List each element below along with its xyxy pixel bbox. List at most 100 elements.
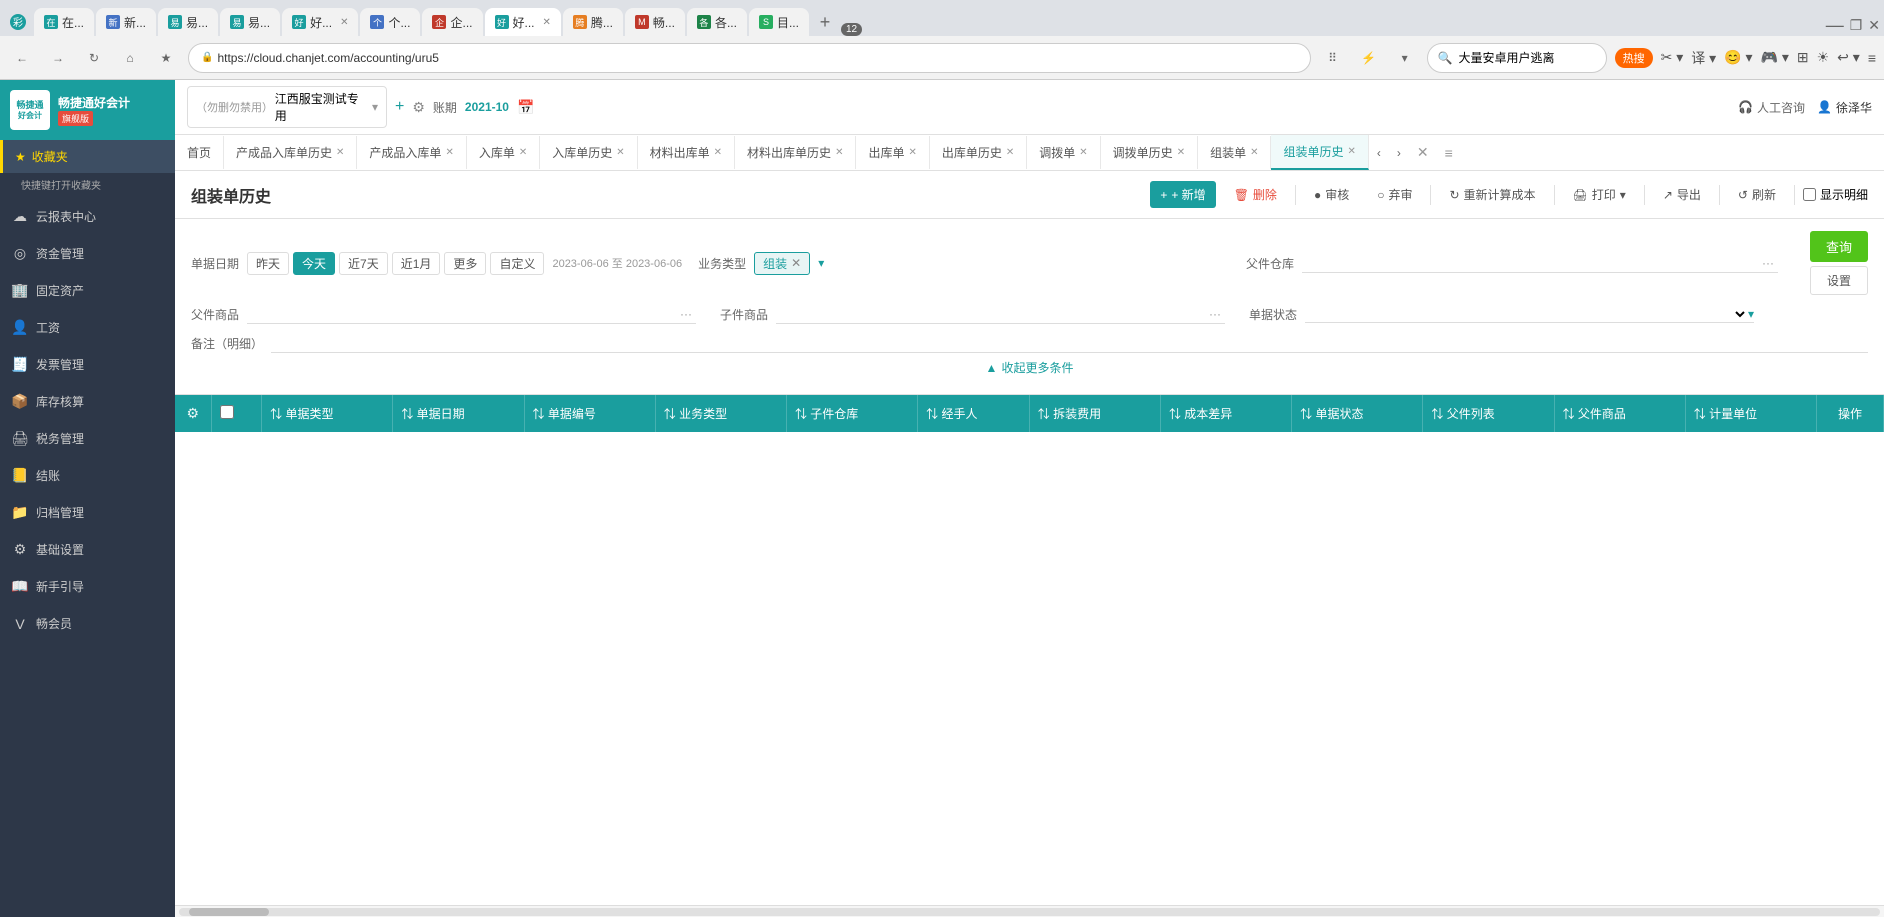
show-details-label[interactable]: 显示明细 [1803,186,1868,203]
new-tab-button[interactable]: + [811,8,839,36]
th-parent-list[interactable]: ⇅ 父件列表 [1423,395,1554,432]
apps-button[interactable]: ⠿ [1319,44,1347,72]
nav-tab-9-close[interactable]: ✕ [1079,147,1087,158]
translate-icon[interactable]: 译 ▾ [1691,48,1716,68]
status-dropdown-icon[interactable]: ▾ [1748,307,1754,321]
nav-tab-7-close[interactable]: ✕ [908,147,916,158]
browser-tab-12[interactable]: S 目... [749,8,809,36]
refresh-button[interactable]: ↻ [80,44,108,72]
sidebar-item-reports[interactable]: ☁ 云报表中心 [0,198,175,235]
select-all-checkbox[interactable] [220,405,234,419]
sidebar-item-inventory[interactable]: 📦 库存核算 [0,383,175,420]
th-disassembly-fee[interactable]: ⇅ 拆装费用 [1029,395,1160,432]
refresh-button-page[interactable]: ↺ 刷新 [1728,181,1786,208]
parent-product-more[interactable]: ··· [676,307,696,321]
nav-tab-8[interactable]: 出库单历史 ✕ [930,136,1027,169]
th-unit[interactable]: ⇅ 计量单位 [1685,395,1816,432]
sidebar-item-funds[interactable]: ◎ 资金管理 [0,235,175,272]
nav-tab-3-close[interactable]: ✕ [519,147,527,158]
browser-tab-7[interactable]: 企 企... [422,8,482,36]
table-settings-icon[interactable]: ⚙ [186,405,199,421]
nav-tab-1[interactable]: 产成品入库单历史 ✕ [224,136,357,169]
minimize-button[interactable]: — [1826,15,1844,36]
service-button[interactable]: 🎧 人工咨询 [1738,99,1805,116]
more-date-btn[interactable]: 更多 [444,252,486,275]
tab-close-8[interactable]: ✕ [543,17,551,28]
nav-tab-home[interactable]: 首页 [175,136,224,169]
recalculate-button[interactable]: ↻ 重新计算成本 [1439,181,1545,208]
nav-tab-7[interactable]: 出库单 ✕ [856,136,929,169]
scrollbar-thumb[interactable] [189,908,269,916]
nav-tab-11[interactable]: 组装单 ✕ [1198,136,1271,169]
nav-tab-1-close[interactable]: ✕ [336,147,344,158]
nav-tab-10-close[interactable]: ✕ [1177,147,1185,158]
menu-icon[interactable]: ≡ [1868,50,1876,66]
status-select[interactable]: 草稿 已审核 [1305,306,1748,322]
grid-icon[interactable]: ⊞ [1797,49,1809,66]
th-type[interactable]: ⇅ 单据类型 [262,395,393,432]
nav-tab-4-close[interactable]: ✕ [616,147,624,158]
emoji-icon[interactable]: 😊 ▾ [1724,49,1752,66]
browser-tab-2[interactable]: 新 新... [96,8,156,36]
delete-button[interactable]: 🗑 删除 [1224,181,1287,208]
nav-tab-9[interactable]: 调拨单 ✕ [1027,136,1100,169]
th-date[interactable]: ⇅ 单据日期 [393,395,524,432]
nav-tab-12-close[interactable]: ✕ [1348,146,1356,157]
nav-tab-4[interactable]: 入库单历史 ✕ [540,136,637,169]
extensions-button[interactable]: ⚡ [1355,44,1383,72]
child-product-more[interactable]: ··· [1205,307,1225,321]
export-button[interactable]: ↗ 导出 [1653,181,1711,208]
sidebar-item-archive[interactable]: 📁 归档管理 [0,494,175,531]
company-settings-icon[interactable]: ⚙ [412,99,425,116]
sidebar-item-closing[interactable]: 📒 结账 [0,457,175,494]
memo-input[interactable] [271,334,1868,353]
nav-tab-6-close[interactable]: ✕ [835,147,843,158]
browser-tab-1[interactable]: 在 在... [34,8,94,36]
search-box[interactable]: 🔍 大量安卓用户逃离 [1427,43,1607,73]
period-value[interactable]: 2021-10 [465,100,509,114]
back-button[interactable]: ← [8,44,36,72]
nav-tab-8-close[interactable]: ✕ [1006,147,1014,158]
scissors-icon[interactable]: ✂ ▾ [1661,49,1684,66]
browser-tab-10[interactable]: M 畅... [625,8,685,36]
sidebar-bookmark[interactable]: ★ 收藏夹 [0,140,175,173]
browser-tab-6[interactable]: 个 个... [360,8,420,36]
nav-tab-11-close[interactable]: ✕ [1250,147,1258,158]
browser-tab-4[interactable]: 易 易... [220,8,280,36]
week-btn[interactable]: 近7天 [339,252,388,275]
custom-date-btn[interactable]: 自定义 [490,252,544,275]
nav-tab-6[interactable]: 材料出库单历史 ✕ [735,136,856,169]
address-input[interactable]: 🔒 https://cloud.chanjet.com/accounting/u… [188,43,1311,73]
close-button[interactable]: ✕ [1868,17,1880,34]
parent-product-input[interactable] [247,305,676,323]
sidebar-item-invoice[interactable]: 🧾 发票管理 [0,346,175,383]
nav-tab-5[interactable]: 材料出库单 ✕ [638,136,735,169]
browser-tab-3[interactable]: 易 易... [158,8,218,36]
today-btn[interactable]: 今天 [293,252,335,275]
child-product-input[interactable] [776,305,1205,323]
sidebar-item-assets[interactable]: 🏢 固定资产 [0,272,175,309]
sidebar-item-payroll[interactable]: 👤 工资 [0,309,175,346]
show-details-checkbox[interactable] [1803,188,1816,201]
audit-button[interactable]: ● 审核 [1304,181,1359,208]
forward-button[interactable]: → [44,44,72,72]
print-button[interactable]: 🖨 打印 ▾ [1563,181,1636,208]
dropdown-button[interactable]: ▾ [1391,44,1419,72]
th-child-warehouse[interactable]: ⇅ 子件仓库 [786,395,917,432]
maximize-button[interactable]: ❐ [1850,17,1863,34]
browser-tab-9[interactable]: 腾 腾... [563,8,623,36]
calendar-icon[interactable]: 📅 [517,99,534,116]
undo-icon[interactable]: ↩ ▾ [1837,49,1860,66]
nav-tab-5-close[interactable]: ✕ [714,147,722,158]
th-handler[interactable]: ⇅ 经手人 [918,395,1030,432]
parent-warehouse-more[interactable]: ··· [1758,256,1778,270]
yesterday-btn[interactable]: 昨天 [247,252,289,275]
abandon-button[interactable]: ○ 弃审 [1367,181,1422,208]
parent-warehouse-input[interactable] [1302,254,1758,272]
nav-tab-10[interactable]: 调拨单历史 ✕ [1101,136,1198,169]
th-number[interactable]: ⇅ 单据编号 [524,395,655,432]
month-btn[interactable]: 近1月 [392,252,441,275]
sidebar-item-vip[interactable]: V 畅会员 [0,605,175,642]
nav-tab-2-close[interactable]: ✕ [445,147,453,158]
horizontal-scrollbar[interactable] [175,905,1884,917]
